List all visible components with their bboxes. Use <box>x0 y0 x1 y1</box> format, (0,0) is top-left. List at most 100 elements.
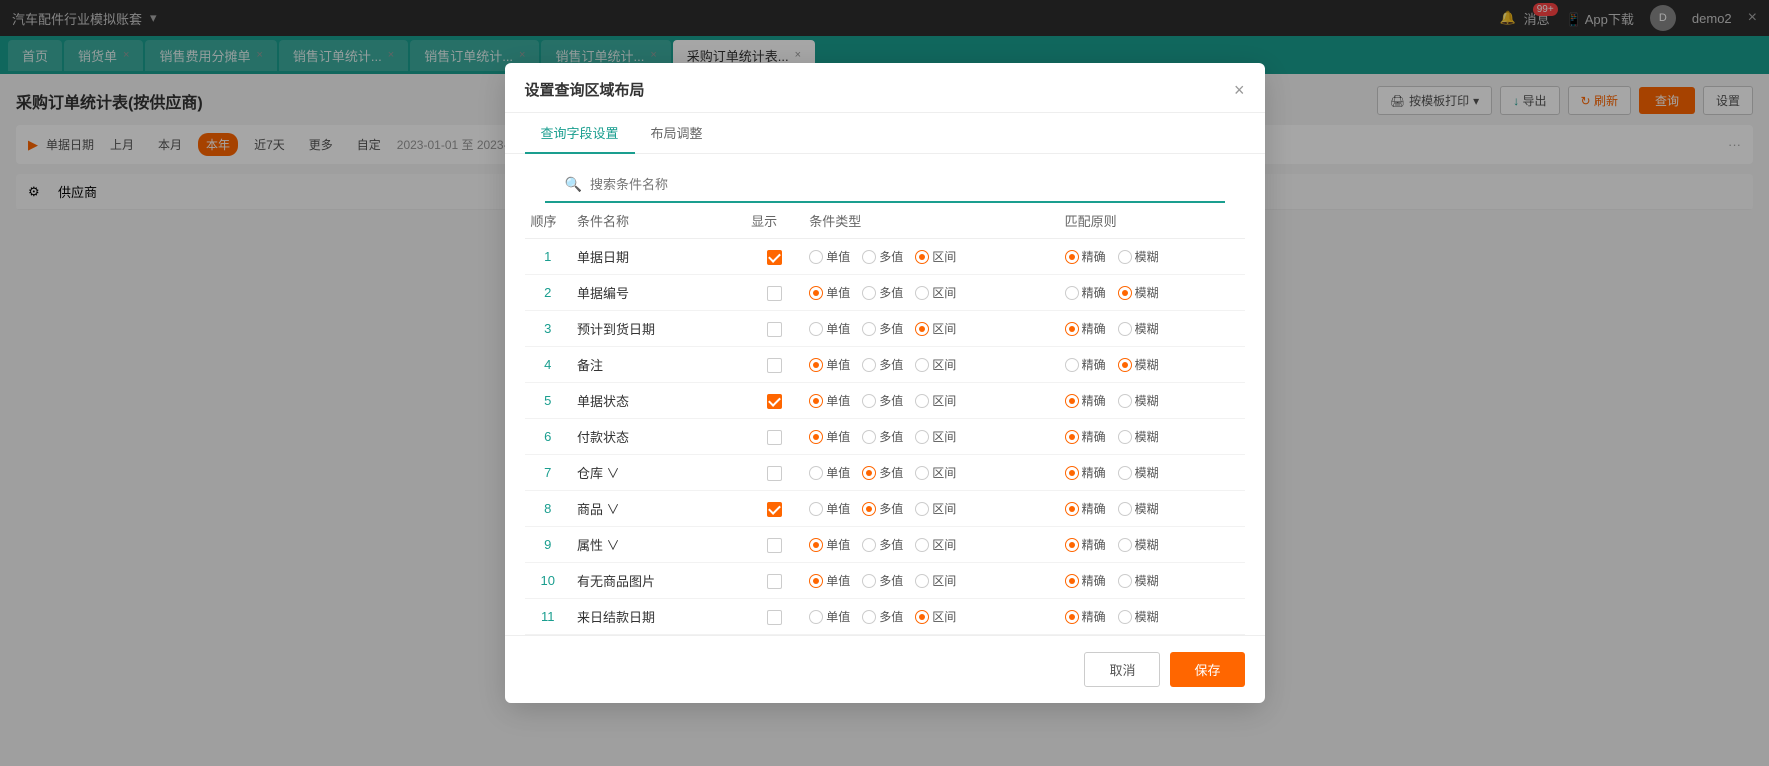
type-multi-radio[interactable] <box>862 574 876 588</box>
type-multi-radio[interactable] <box>862 538 876 552</box>
match-exact-radio[interactable] <box>1065 394 1079 408</box>
type-range-option[interactable]: 区间 <box>915 392 956 409</box>
match-exact-option[interactable]: 精确 <box>1065 536 1106 553</box>
match-exact-radio[interactable] <box>1065 502 1079 516</box>
match-exact-radio[interactable] <box>1065 430 1079 444</box>
modal-close-button[interactable]: × <box>1234 81 1245 111</box>
match-exact-radio[interactable] <box>1065 322 1079 336</box>
match-exact-option[interactable]: 精确 <box>1065 392 1106 409</box>
type-multi-option[interactable]: 多值 <box>862 392 903 409</box>
type-range-option[interactable]: 区间 <box>915 572 956 589</box>
type-range-radio[interactable] <box>915 286 929 300</box>
match-exact-option[interactable]: 精确 <box>1065 500 1106 517</box>
type-single-radio[interactable] <box>809 430 823 444</box>
type-single-option[interactable]: 单值 <box>809 464 850 481</box>
match-fuzzy-option[interactable]: 模糊 <box>1118 248 1159 265</box>
show-checkbox[interactable] <box>767 286 782 301</box>
type-range-radio[interactable] <box>915 358 929 372</box>
type-single-option[interactable]: 单值 <box>809 536 850 553</box>
row-show[interactable] <box>745 527 803 563</box>
match-fuzzy-radio[interactable] <box>1118 610 1132 624</box>
type-multi-option[interactable]: 多值 <box>862 428 903 445</box>
type-multi-radio[interactable] <box>862 358 876 372</box>
type-single-option[interactable]: 单值 <box>809 248 850 265</box>
match-fuzzy-radio[interactable] <box>1118 466 1132 480</box>
type-range-radio[interactable] <box>915 538 929 552</box>
row-show[interactable] <box>745 239 803 275</box>
type-multi-option[interactable]: 多值 <box>862 248 903 265</box>
type-range-radio[interactable] <box>915 430 929 444</box>
match-fuzzy-radio[interactable] <box>1118 358 1132 372</box>
type-multi-radio[interactable] <box>862 322 876 336</box>
match-fuzzy-radio[interactable] <box>1118 538 1132 552</box>
match-fuzzy-option[interactable]: 模糊 <box>1118 284 1159 301</box>
modal-tab-query-fields[interactable]: 查询字段设置 <box>525 113 635 154</box>
cancel-button[interactable]: 取消 <box>1084 652 1160 687</box>
type-range-radio[interactable] <box>915 394 929 408</box>
type-range-option[interactable]: 区间 <box>915 320 956 337</box>
type-single-option[interactable]: 单值 <box>809 320 850 337</box>
match-exact-radio[interactable] <box>1065 466 1079 480</box>
show-checkbox[interactable] <box>767 250 782 265</box>
show-checkbox[interactable] <box>767 610 782 625</box>
type-range-radio[interactable] <box>915 502 929 516</box>
type-multi-radio[interactable] <box>862 610 876 624</box>
match-exact-option[interactable]: 精确 <box>1065 320 1106 337</box>
save-button[interactable]: 保存 <box>1170 652 1244 687</box>
match-fuzzy-radio[interactable] <box>1118 394 1132 408</box>
type-single-radio[interactable] <box>809 574 823 588</box>
row-show[interactable] <box>745 383 803 419</box>
row-show[interactable] <box>745 491 803 527</box>
row-show[interactable] <box>745 599 803 635</box>
type-single-radio[interactable] <box>809 538 823 552</box>
type-multi-radio[interactable] <box>862 466 876 480</box>
match-exact-option[interactable]: 精确 <box>1065 284 1106 301</box>
show-checkbox[interactable] <box>767 358 782 373</box>
type-single-radio[interactable] <box>809 610 823 624</box>
type-single-radio[interactable] <box>809 502 823 516</box>
type-range-option[interactable]: 区间 <box>915 608 956 625</box>
match-exact-option[interactable]: 精确 <box>1065 464 1106 481</box>
match-fuzzy-option[interactable]: 模糊 <box>1118 572 1159 589</box>
type-single-radio[interactable] <box>809 322 823 336</box>
match-fuzzy-option[interactable]: 模糊 <box>1118 320 1159 337</box>
type-multi-radio[interactable] <box>862 286 876 300</box>
type-range-option[interactable]: 区间 <box>915 536 956 553</box>
type-range-option[interactable]: 区间 <box>915 464 956 481</box>
type-multi-option[interactable]: 多值 <box>862 320 903 337</box>
type-multi-option[interactable]: 多值 <box>862 356 903 373</box>
match-exact-radio[interactable] <box>1065 574 1079 588</box>
match-fuzzy-radio[interactable] <box>1118 574 1132 588</box>
modal-tab-layout[interactable]: 布局调整 <box>635 113 719 154</box>
type-range-option[interactable]: 区间 <box>915 248 956 265</box>
type-single-option[interactable]: 单值 <box>809 500 850 517</box>
type-single-option[interactable]: 单值 <box>809 572 850 589</box>
type-single-option[interactable]: 单值 <box>809 392 850 409</box>
type-multi-option[interactable]: 多值 <box>862 464 903 481</box>
show-checkbox[interactable] <box>767 574 782 589</box>
row-show[interactable] <box>745 455 803 491</box>
row-show[interactable] <box>745 275 803 311</box>
type-single-option[interactable]: 单值 <box>809 356 850 373</box>
type-multi-option[interactable]: 多值 <box>862 284 903 301</box>
match-fuzzy-option[interactable]: 模糊 <box>1118 608 1159 625</box>
type-range-option[interactable]: 区间 <box>915 428 956 445</box>
show-checkbox[interactable] <box>767 466 782 481</box>
type-range-option[interactable]: 区间 <box>915 500 956 517</box>
type-multi-option[interactable]: 多值 <box>862 500 903 517</box>
match-exact-option[interactable]: 精确 <box>1065 428 1106 445</box>
match-fuzzy-option[interactable]: 模糊 <box>1118 392 1159 409</box>
show-checkbox[interactable] <box>767 502 782 517</box>
type-multi-option[interactable]: 多值 <box>862 572 903 589</box>
type-range-radio[interactable] <box>915 250 929 264</box>
type-single-radio[interactable] <box>809 394 823 408</box>
match-exact-radio[interactable] <box>1065 286 1079 300</box>
row-show[interactable] <box>745 347 803 383</box>
show-checkbox[interactable] <box>767 538 782 553</box>
type-range-option[interactable]: 区间 <box>915 356 956 373</box>
match-fuzzy-radio[interactable] <box>1118 322 1132 336</box>
type-range-option[interactable]: 区间 <box>915 284 956 301</box>
match-fuzzy-option[interactable]: 模糊 <box>1118 356 1159 373</box>
type-multi-radio[interactable] <box>862 502 876 516</box>
type-range-radio[interactable] <box>915 574 929 588</box>
